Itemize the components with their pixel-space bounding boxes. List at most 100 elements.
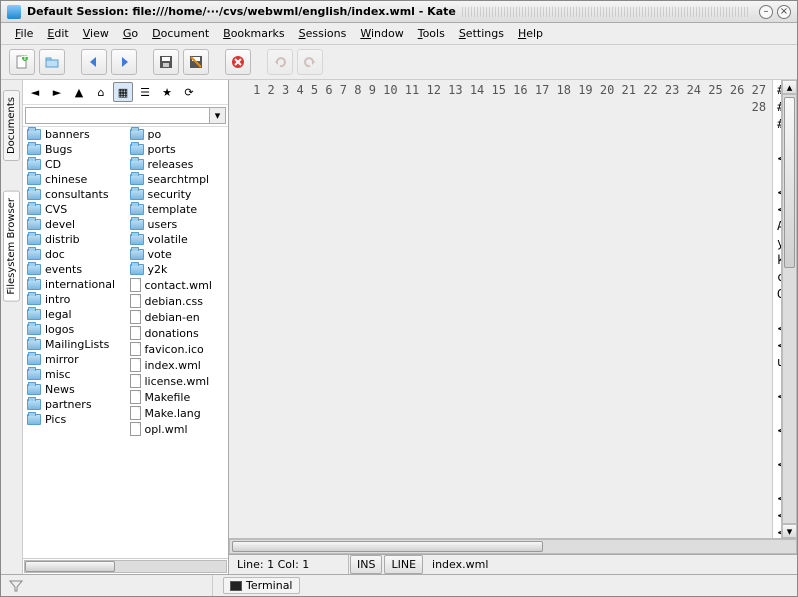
filesystem-browser-tab[interactable]: Filesystem Browser — [3, 191, 20, 302]
folder-icon — [27, 144, 41, 155]
fs-item-label: Bugs — [45, 143, 72, 156]
fs-item[interactable]: consultants — [23, 187, 126, 202]
menubar: FileEditViewGoDocumentBookmarksSessionsW… — [1, 23, 797, 45]
fs-item[interactable]: Make.lang — [126, 405, 229, 421]
fs-item[interactable]: ports — [126, 142, 229, 157]
fs-item[interactable]: index.wml — [126, 357, 229, 373]
file-icon — [130, 310, 141, 324]
fs-detailview-icon[interactable]: ☰ — [135, 82, 155, 102]
fs-item[interactable]: contact.wml — [126, 277, 229, 293]
filter-icon[interactable] — [9, 579, 23, 593]
menu-view[interactable]: View — [77, 25, 115, 42]
editor-vscroll[interactable]: ▴ ▾ — [781, 80, 797, 538]
fs-item-label: consultants — [45, 188, 109, 201]
fs-item-label: searchtmpl — [148, 173, 210, 186]
fs-item[interactable]: mirror — [23, 352, 126, 367]
save-as-button[interactable] — [183, 49, 209, 75]
fs-shortview-icon[interactable]: ▦ — [113, 82, 133, 102]
fs-item[interactable]: searchtmpl — [126, 172, 229, 187]
menu-tools[interactable]: Tools — [412, 25, 451, 42]
fs-item[interactable]: MailingLists — [23, 337, 126, 352]
undo-button[interactable] — [267, 49, 293, 75]
menu-file[interactable]: File — [9, 25, 39, 42]
editor-body: 1 2 3 4 5 6 7 8 9 10 11 12 13 14 15 16 1… — [229, 80, 797, 538]
scroll-up-icon[interactable]: ▴ — [782, 80, 797, 94]
fs-item[interactable]: po — [126, 127, 229, 142]
fs-hscroll[interactable] — [23, 558, 228, 574]
fs-item[interactable]: y2k — [126, 262, 229, 277]
fs-item[interactable]: vote — [126, 247, 229, 262]
documents-tab[interactable]: Documents — [3, 90, 20, 161]
menu-document[interactable]: Document — [146, 25, 215, 42]
fs-up-icon[interactable]: ▲ — [69, 82, 89, 102]
status-filename: index.wml — [424, 555, 797, 574]
fs-item[interactable]: releases — [126, 157, 229, 172]
fs-item[interactable]: debian-en — [126, 309, 229, 325]
fs-item[interactable]: CVS — [23, 202, 126, 217]
fs-forward-icon[interactable]: ► — [47, 82, 67, 102]
fs-sync-icon[interactable]: ⟳ — [179, 82, 199, 102]
save-button[interactable] — [153, 49, 179, 75]
redo-button[interactable] — [297, 49, 323, 75]
fs-item[interactable]: legal — [23, 307, 126, 322]
forward-button[interactable] — [111, 49, 137, 75]
fs-item[interactable]: distrib — [23, 232, 126, 247]
menu-edit[interactable]: Edit — [41, 25, 74, 42]
fs-item[interactable]: Makefile — [126, 389, 229, 405]
menu-sessions[interactable]: Sessions — [293, 25, 353, 42]
fs-item[interactable]: chinese — [23, 172, 126, 187]
menu-window[interactable]: Window — [354, 25, 409, 42]
fs-item[interactable]: security — [126, 187, 229, 202]
fs-item[interactable]: banners — [23, 127, 126, 142]
fs-item[interactable]: international — [23, 277, 126, 292]
fs-path-input[interactable] — [25, 107, 210, 124]
fs-item[interactable]: events — [23, 262, 126, 277]
fs-item-label: devel — [45, 218, 75, 231]
terminal-toggle[interactable]: Terminal — [223, 577, 300, 594]
minimize-button[interactable]: – — [759, 5, 773, 19]
status-insert-mode[interactable]: INS — [350, 555, 382, 574]
fs-item-label: Make.lang — [145, 407, 201, 420]
menu-settings[interactable]: Settings — [453, 25, 510, 42]
fs-item[interactable]: News — [23, 382, 126, 397]
folder-icon — [27, 234, 41, 245]
fs-item[interactable]: doc — [23, 247, 126, 262]
fs-item[interactable]: license.wml — [126, 373, 229, 389]
code-editor[interactable]: #use wml::debian::mainpage title="The Un… — [773, 80, 781, 538]
fs-item[interactable]: users — [126, 217, 229, 232]
close-button[interactable]: × — [777, 5, 791, 19]
fs-item[interactable]: devel — [23, 217, 126, 232]
fs-item[interactable]: logos — [23, 322, 126, 337]
status-line-mode[interactable]: LINE — [384, 555, 423, 574]
open-doc-button[interactable] — [39, 49, 65, 75]
scroll-down-icon[interactable]: ▾ — [782, 524, 797, 538]
fs-path-dropdown-icon[interactable]: ▾ — [210, 107, 226, 124]
new-doc-button[interactable]: + — [9, 49, 35, 75]
fs-item[interactable]: favicon.ico — [126, 341, 229, 357]
fs-back-icon[interactable]: ◄ — [25, 82, 45, 102]
fs-path-bar: ▾ — [23, 105, 228, 127]
fs-item[interactable]: debian.css — [126, 293, 229, 309]
titlebar[interactable]: Default Session: file:///home/···/cvs/we… — [1, 1, 797, 23]
fs-file-list[interactable]: bannersBugsCDchineseconsultantsCVSdeveld… — [23, 127, 228, 558]
fs-item-label: CD — [45, 158, 61, 171]
back-button[interactable] — [81, 49, 107, 75]
fs-item[interactable]: volatile — [126, 232, 229, 247]
folder-icon — [27, 279, 41, 290]
menu-help[interactable]: Help — [512, 25, 549, 42]
fs-item[interactable]: donations — [126, 325, 229, 341]
fs-item[interactable]: CD — [23, 157, 126, 172]
fs-item[interactable]: misc — [23, 367, 126, 382]
fs-item[interactable]: partners — [23, 397, 126, 412]
menu-go[interactable]: Go — [117, 25, 144, 42]
close-doc-button[interactable] — [225, 49, 251, 75]
fs-bookmark-icon[interactable]: ★ — [157, 82, 177, 102]
fs-item[interactable]: template — [126, 202, 229, 217]
fs-home-icon[interactable]: ⌂ — [91, 82, 111, 102]
fs-item[interactable]: Pics — [23, 412, 126, 427]
fs-item[interactable]: intro — [23, 292, 126, 307]
menu-bookmarks[interactable]: Bookmarks — [217, 25, 290, 42]
fs-item[interactable]: Bugs — [23, 142, 126, 157]
editor-hscroll[interactable] — [229, 538, 797, 554]
fs-item[interactable]: opl.wml — [126, 421, 229, 437]
